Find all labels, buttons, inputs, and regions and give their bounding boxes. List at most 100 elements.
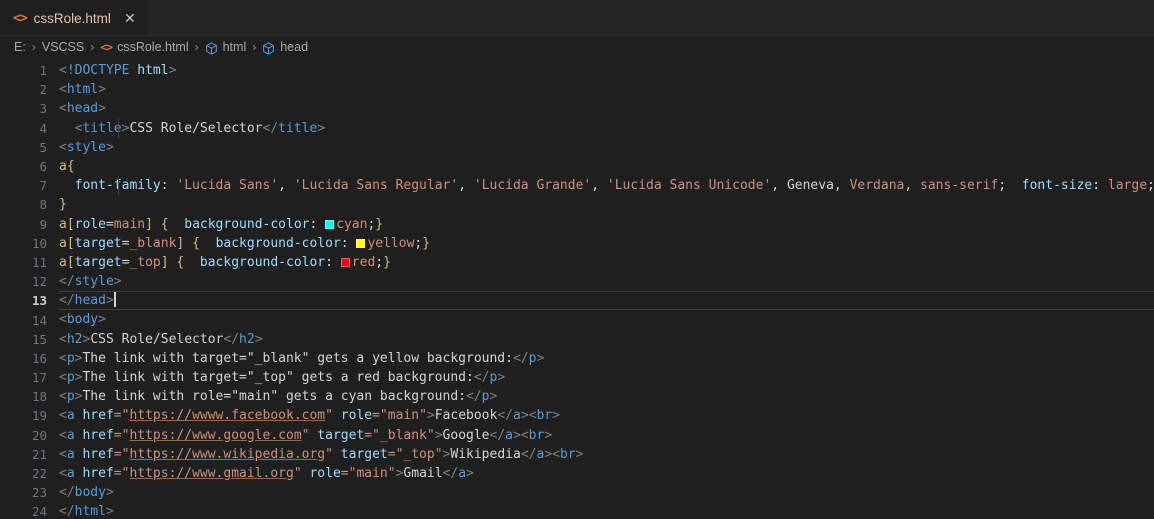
breadcrumb-item-file[interactable]: <> cssRole.html <box>100 40 188 54</box>
tag-name-close: a <box>505 427 513 443</box>
line-number: 12 <box>31 274 47 290</box>
css-attr-value: _blank <box>129 235 177 251</box>
element-text: Gmail <box>403 465 443 481</box>
code-line[interactable]: 16 <p>The link with target="_blank" gets… <box>0 349 1154 368</box>
code-line[interactable]: 3 <head> <box>0 99 1154 118</box>
css-value: 'Lucida Sans Unicode' <box>606 178 772 194</box>
code-content: </style> <box>59 274 122 290</box>
line-number: 3 <box>39 101 47 117</box>
element-text: The link with role="main" gets a cyan ba… <box>82 389 466 405</box>
css-attr-value: _top <box>129 254 161 270</box>
color-swatch-yellow[interactable] <box>356 238 366 248</box>
css-value: yellow <box>367 235 415 251</box>
breadcrumb: E: › VSCSS › <> cssRole.html › html › he… <box>0 36 1154 58</box>
line-number: 8 <box>39 197 47 213</box>
tag-name-close: body <box>74 485 106 501</box>
tag-name: title <box>82 120 122 136</box>
tag-name-close: head <box>74 293 106 309</box>
code-content: <!DOCTYPE html> <box>59 63 177 78</box>
color-swatch-cyan[interactable] <box>325 219 335 229</box>
code-line[interactable]: 9 a[role=main] { background-color: cyan;… <box>0 215 1154 234</box>
href-link[interactable]: https://www.wikipedia.org <box>129 447 325 462</box>
tab-cssRole-html[interactable]: <> cssRole.html ✕ <box>0 0 147 35</box>
attr-name: href <box>82 465 114 481</box>
code-content: <a href="https://www.gmail.org" role="ma… <box>59 465 474 481</box>
code-line[interactable]: 10 a[target=_blank] { background-color: … <box>0 234 1154 253</box>
css-selector: a <box>59 158 67 174</box>
href-link[interactable]: https://www.gmail.org <box>129 466 293 481</box>
code-line[interactable]: 15 <h2>CSS Role/Selector</h2> <box>0 330 1154 349</box>
code-content: <a href="https://www.google.com" target=… <box>59 427 553 443</box>
tag-name-br: br <box>559 446 576 462</box>
code-line[interactable]: 12 </style> <box>0 272 1154 291</box>
breadcrumb-item-head[interactable]: head <box>262 40 309 55</box>
breadcrumb-separator: › <box>31 40 36 54</box>
code-line[interactable]: 4 <title>CSS Role/Selector</title> <box>0 118 1154 138</box>
element-text: Google <box>442 427 490 443</box>
element-text: Facebook <box>434 408 498 424</box>
code-content: <p>The link with target="_blank" gets a … <box>59 350 545 366</box>
code-line[interactable]: 7 font-family: 'Lucida Sans', 'Lucida Sa… <box>0 176 1154 196</box>
tag-name: body <box>66 312 99 328</box>
breadcrumb-label: E: <box>14 40 26 54</box>
line-number: 9 <box>39 216 47 232</box>
code-line[interactable]: 21 <a href="https://www.wikipedia.org" t… <box>0 445 1154 464</box>
href-link[interactable]: https://wwww.facebook.com <box>129 408 325 423</box>
line-number: 1 <box>39 63 47 79</box>
tag-name: head <box>66 101 99 117</box>
line-number: 14 <box>31 312 47 328</box>
code-line[interactable]: 17 <p>The link with target="_top" gets a… <box>0 368 1154 387</box>
css-value: Verdana <box>849 178 905 194</box>
element-text: The link with target="_top" gets a red b… <box>82 370 474 385</box>
code-content: </head> <box>59 292 116 309</box>
code-content: a[target=_blank] { background-color: yel… <box>59 235 431 251</box>
code-line-active[interactable]: 13 </head> <box>0 291 1154 311</box>
breadcrumb-label: head <box>280 40 309 54</box>
breadcrumb-item-html[interactable]: html <box>205 40 246 55</box>
color-swatch-red[interactable] <box>340 257 350 267</box>
code-line[interactable]: 23 </body> <box>0 483 1154 502</box>
code-line[interactable]: 6 a{ <box>0 157 1154 176</box>
code-line[interactable]: 5 <style> <box>0 138 1154 157</box>
breadcrumb-item-vscss[interactable]: VSCSS <box>42 40 84 54</box>
code-content: </body> <box>59 485 114 501</box>
code-line[interactable]: 2 <html> <box>0 80 1154 99</box>
line-number: 2 <box>39 82 47 98</box>
html5-file-icon: <> <box>100 40 113 54</box>
attr-name: href <box>82 408 114 424</box>
code-line[interactable]: 1 <!DOCTYPE html> <box>0 61 1154 80</box>
indent-guide <box>118 118 119 138</box>
line-number: 15 <box>31 331 47 347</box>
css-value: large <box>1107 178 1148 194</box>
css-attr-name: target <box>74 235 122 251</box>
line-number: 16 <box>31 350 47 366</box>
tag-name: p <box>66 350 75 366</box>
line-number: 6 <box>39 159 47 175</box>
css-value: 'Lucida Grande' <box>473 178 592 194</box>
breadcrumb-item-drive[interactable]: E: <box>14 40 26 54</box>
tag-name-br: br <box>536 408 553 424</box>
code-content: a{ <box>59 157 1154 176</box>
attr-name: href <box>82 446 114 462</box>
line-number: 11 <box>31 254 47 270</box>
code-line[interactable]: 14 <body> <box>0 310 1154 329</box>
css-value: sans-serif <box>920 178 999 194</box>
attr-name: target <box>340 446 388 462</box>
href-link[interactable]: https://www.google.com <box>129 428 301 443</box>
symbol-cube-icon <box>262 41 275 55</box>
css-attr-name: role <box>74 216 106 232</box>
code-line[interactable]: 24 </html> <box>0 502 1154 519</box>
code-content: <p>The link with target="_top" gets a re… <box>59 370 506 385</box>
code-content: <style> <box>59 139 114 155</box>
tag-name: p <box>66 370 75 385</box>
code-line[interactable]: 20 <a href="https://www.google.com" targ… <box>0 426 1154 445</box>
line-number: 17 <box>31 370 47 386</box>
code-line[interactable]: 11 a[target=_top] { background-color: re… <box>0 253 1154 272</box>
breadcrumb-separator: › <box>90 40 95 54</box>
code-line[interactable]: 22 <a href="https://www.gmail.org" role=… <box>0 464 1154 483</box>
close-icon[interactable]: ✕ <box>124 11 136 25</box>
code-editor[interactable]: 1 <!DOCTYPE html> 2 <html> 3 <head> 4 <t… <box>0 58 1154 519</box>
code-line[interactable]: 8 } <box>0 195 1154 214</box>
code-line[interactable]: 19 <a href="https://wwww.facebook.com" r… <box>0 406 1154 425</box>
code-line[interactable]: 18 <p>The link with role="main" gets a c… <box>0 387 1154 406</box>
